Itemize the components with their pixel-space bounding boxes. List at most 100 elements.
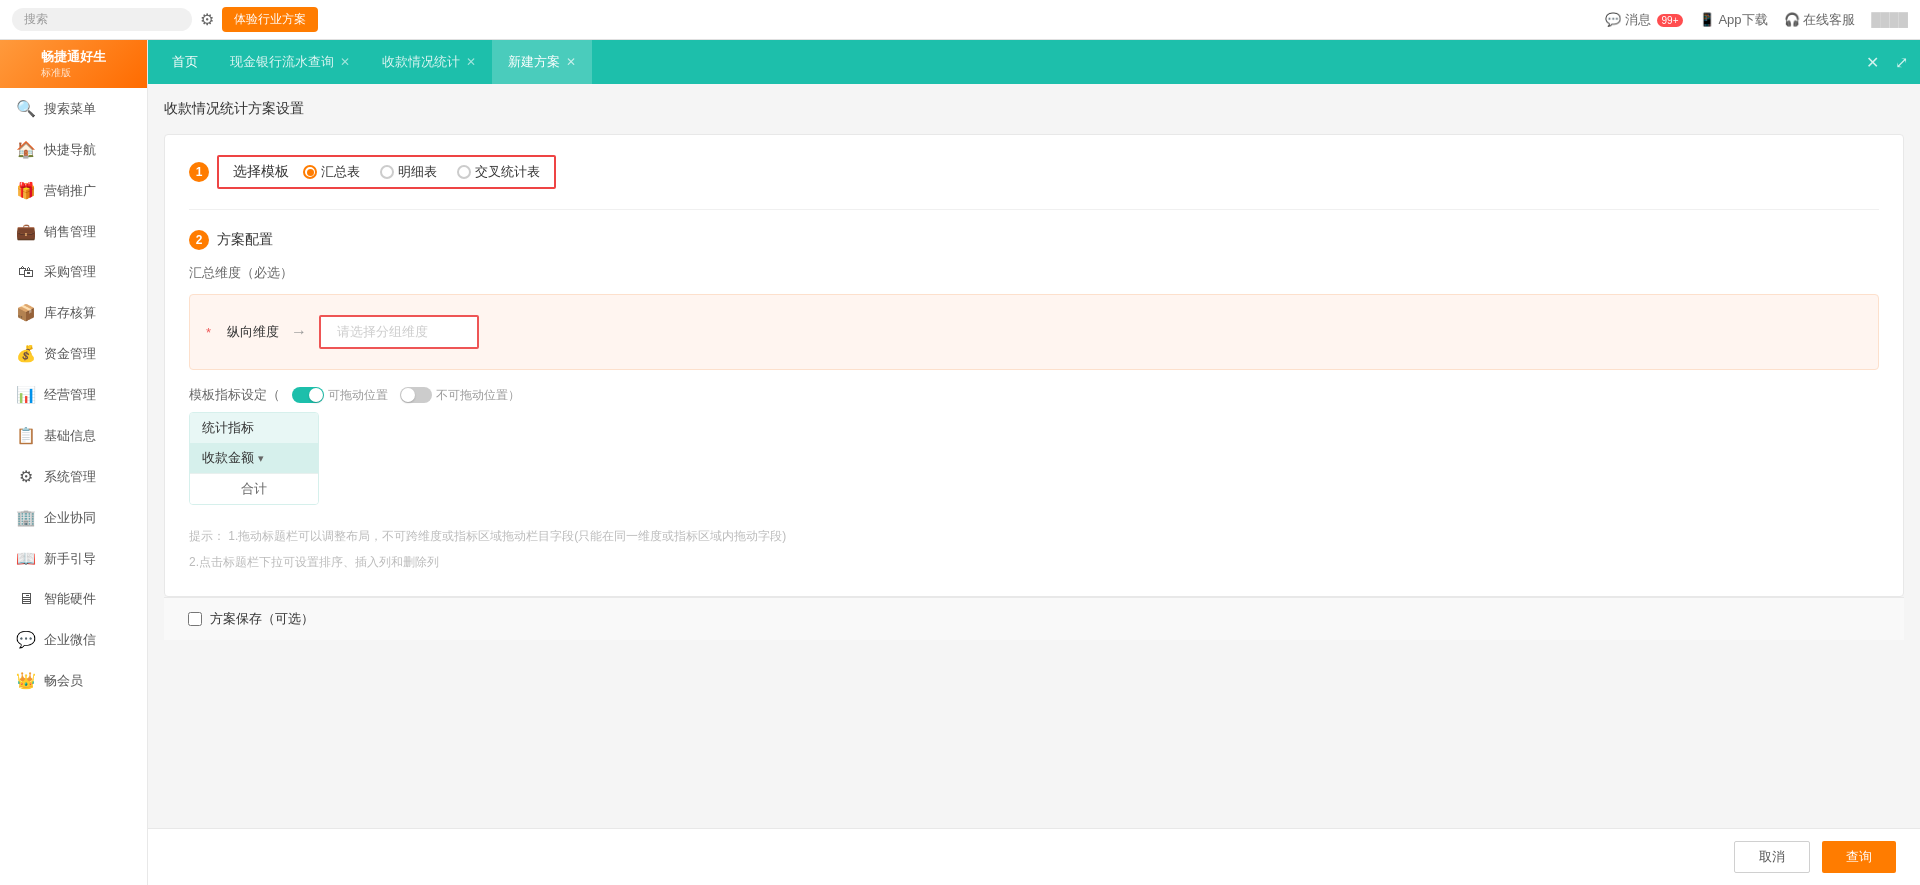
sidebar-item-smart-hw[interactable]: 🖥 智能硬件 — [0, 579, 147, 619]
sidebar-item-system[interactable]: ⚙ 系统管理 — [0, 456, 147, 497]
toggle-knob — [309, 388, 323, 402]
sidebar-item-label: 新手引导 — [44, 550, 96, 568]
messages-link[interactable]: 💬 消息 99+ — [1605, 11, 1683, 29]
main-card: 1 选择模板 汇总表 明细表 — [164, 134, 1904, 597]
tab-bar: 首页 现金银行流水查询 ✕ 收款情况统计 ✕ 新建方案 ✕ ✕ ⤢ — [148, 40, 1920, 84]
sidebar-item-search-menu[interactable]: 🔍 搜索菜单 — [0, 88, 147, 129]
radio-summary-circle — [303, 165, 317, 179]
draggable-toggle[interactable] — [292, 387, 324, 403]
tab-home-label: 首页 — [172, 53, 198, 71]
arrow-icon: → — [291, 323, 307, 341]
step1-label: 选择模板 — [233, 163, 289, 181]
metrics-header: 统计指标 — [190, 413, 318, 443]
dimension-row: * 纵向维度 → 请选择分组维度 — [206, 315, 1862, 349]
dimension-area: * 纵向维度 → 请选择分组维度 — [189, 294, 1879, 370]
wechat-icon: 💬 — [16, 630, 36, 649]
finance-icon: 💰 — [16, 344, 36, 363]
tab-bar-right: ✕ ⤢ — [1862, 49, 1912, 76]
sidebar-item-label: 基础信息 — [44, 427, 96, 445]
sidebar-item-wechat[interactable]: 💬 企业微信 — [0, 619, 147, 660]
tip-2: 2.点击标题栏下拉可设置排序、插入列和删除列 — [189, 550, 1879, 574]
radio-summary[interactable]: 汇总表 — [303, 163, 360, 181]
search-menu-icon: 🔍 — [16, 99, 36, 118]
sidebar-item-label: 经营管理 — [44, 386, 96, 404]
tab-new-plan[interactable]: 新建方案 ✕ — [492, 40, 592, 84]
save-label: 方案保存（可选） — [210, 610, 314, 628]
required-mark: * — [206, 325, 211, 340]
stats-column-header[interactable]: 收款金额 ▾ — [190, 443, 318, 473]
sidebar-item-label: 快捷导航 — [44, 141, 96, 159]
step1-number: 1 — [189, 162, 209, 182]
tab-expand-icon[interactable]: ⤢ — [1891, 49, 1912, 76]
metrics-label-row: 模板指标设定（ 可拖动位置 不可拖 — [189, 386, 1879, 404]
save-checkbox[interactable] — [188, 612, 202, 626]
sidebar-item-label: 企业微信 — [44, 631, 96, 649]
purchase-icon: 🛍 — [16, 263, 36, 281]
tab-new-plan-close[interactable]: ✕ — [566, 55, 576, 69]
system-icon: ⚙ — [16, 467, 36, 486]
inventory-icon: 📦 — [16, 303, 36, 322]
sidebar-item-inventory[interactable]: 📦 库存核算 — [0, 292, 147, 333]
sidebar-item-quick-nav[interactable]: 🏠 快捷导航 — [0, 129, 147, 170]
message-badge: 99+ — [1657, 14, 1684, 27]
member-icon: 👑 — [16, 671, 36, 690]
tips-section: 提示： 1.拖动标题栏可以调整布局，不可跨维度或指标区域拖动栏目字段(只能在同一… — [189, 524, 1879, 574]
logo-text: 畅捷通好生 — [41, 48, 106, 66]
radio-cross-label: 交叉统计表 — [475, 163, 540, 181]
radio-cross-circle — [457, 165, 471, 179]
content-area: 收款情况统计方案设置 1 选择模板 汇总表 — [148, 84, 1920, 828]
tab-cashflow-label: 现金银行流水查询 — [230, 53, 334, 71]
dimension-input[interactable]: 请选择分组维度 — [319, 315, 479, 349]
radio-summary-label: 汇总表 — [321, 163, 360, 181]
non-draggable-label: 不可拖动位置） — [436, 387, 520, 404]
tab-close-all-icon[interactable]: ✕ — [1862, 49, 1883, 76]
tab-cashflow[interactable]: 现金银行流水查询 ✕ — [214, 40, 366, 84]
metrics-table: 统计指标 收款金额 ▾ 合计 — [189, 412, 319, 505]
sidebar-item-label: 搜索菜单 — [44, 100, 96, 118]
sales-icon: 💼 — [16, 222, 36, 241]
logo-sub: 标准版 — [41, 66, 106, 80]
query-button[interactable]: 查询 — [1822, 841, 1896, 873]
sidebar-item-purchase[interactable]: 🛍 采购管理 — [0, 252, 147, 292]
tab-home[interactable]: 首页 — [156, 40, 214, 84]
page-title: 收款情况统计方案设置 — [164, 100, 1904, 118]
trial-button[interactable]: 体验行业方案 — [222, 7, 318, 32]
summary-dim-label: 汇总维度（必选） — [189, 264, 1879, 282]
stats-total-row: 合计 — [190, 473, 318, 504]
sidebar-item-guide[interactable]: 📖 新手引导 — [0, 538, 147, 579]
sidebar-item-finance[interactable]: 💰 资金管理 — [0, 333, 147, 374]
radio-detail[interactable]: 明细表 — [380, 163, 437, 181]
metrics-section: 模板指标设定（ 可拖动位置 不可拖 — [189, 386, 1879, 508]
tab-collection[interactable]: 收款情况统计 ✕ — [366, 40, 492, 84]
radio-cross[interactable]: 交叉统计表 — [457, 163, 540, 181]
step2-number: 2 — [189, 230, 209, 250]
sidebar-item-label: 销售管理 — [44, 223, 96, 241]
non-draggable-toggle[interactable] — [400, 387, 432, 403]
marketing-icon: 🎁 — [16, 181, 36, 200]
sidebar-item-enterprise[interactable]: 🏢 企业协同 — [0, 497, 147, 538]
stats-column-label: 收款金额 — [202, 449, 254, 467]
quick-nav-icon: 🏠 — [16, 140, 36, 159]
sidebar-item-basic-info[interactable]: 📋 基础信息 — [0, 415, 147, 456]
support-link[interactable]: 🎧 在线客服 — [1784, 11, 1856, 29]
tip-1: 提示： 1.拖动标题栏可以调整布局，不可跨维度或指标区域拖动栏目字段(只能在同一… — [189, 524, 1879, 548]
radio-detail-circle — [380, 165, 394, 179]
step2-label: 方案配置 — [217, 231, 273, 249]
tab-cashflow-close[interactable]: ✕ — [340, 55, 350, 69]
tab-collection-close[interactable]: ✕ — [466, 55, 476, 69]
radio-detail-label: 明细表 — [398, 163, 437, 181]
download-link[interactable]: 📱 App下载 — [1699, 11, 1767, 29]
vertical-dim-label: 纵向维度 — [227, 323, 279, 341]
draggable-label: 可拖动位置 — [328, 387, 388, 404]
user-name: ████ — [1871, 12, 1908, 27]
sidebar-item-operations[interactable]: 📊 经营管理 — [0, 374, 147, 415]
sidebar-item-member[interactable]: 👑 畅会员 — [0, 660, 147, 701]
sidebar-item-sales[interactable]: 💼 销售管理 — [0, 211, 147, 252]
cancel-button[interactable]: 取消 — [1734, 841, 1810, 873]
search-box[interactable]: 搜索 — [12, 8, 192, 31]
top-bar: 搜索 ⚙ 体验行业方案 💬 消息 99+ 📱 App下载 🎧 在线客服 ████ — [0, 0, 1920, 40]
footer-buttons: 取消 查询 — [148, 828, 1920, 885]
top-bar-right: 💬 消息 99+ 📱 App下载 🎧 在线客服 ████ — [1605, 11, 1908, 29]
settings-icon[interactable]: ⚙ — [200, 10, 214, 29]
sidebar-item-marketing[interactable]: 🎁 营销推广 — [0, 170, 147, 211]
